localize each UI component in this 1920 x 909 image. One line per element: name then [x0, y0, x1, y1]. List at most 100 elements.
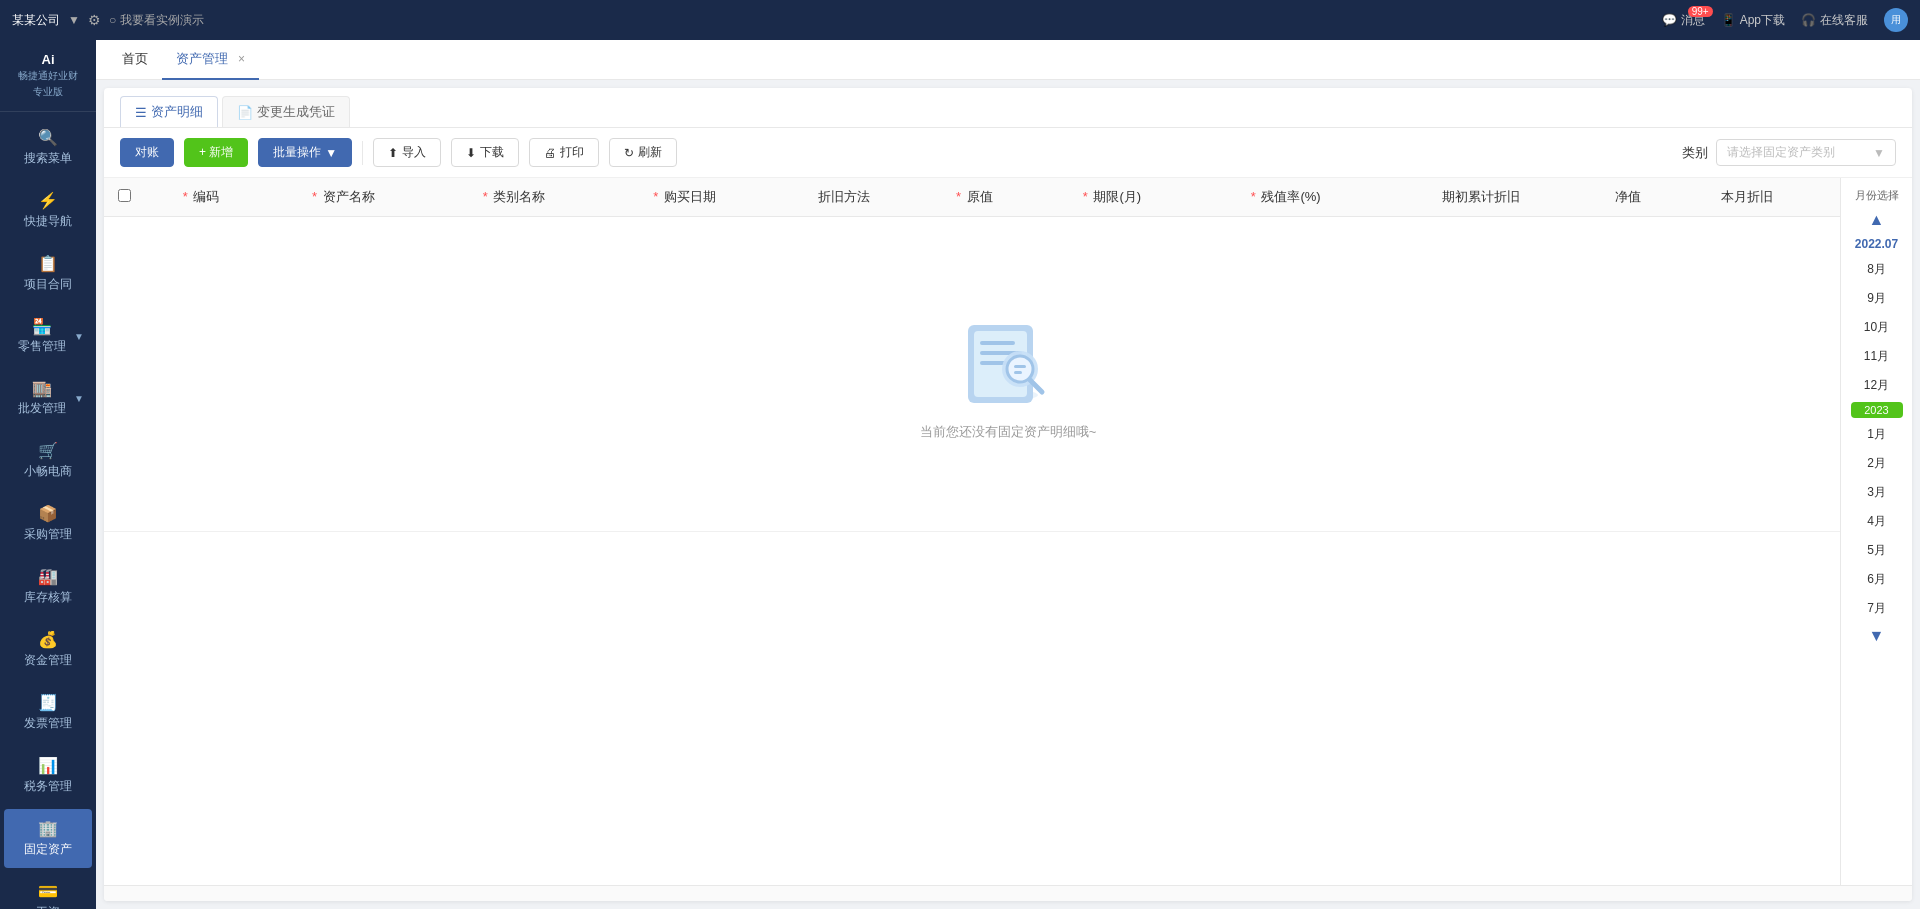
month-item-4[interactable]: 4月 — [1851, 508, 1903, 535]
svg-rect-11 — [1014, 371, 1022, 374]
table-header: * 编码 * 资产名称 * 类别名称 — [104, 178, 1912, 217]
category-select-box[interactable]: 请选择固定资产类别 ▼ — [1716, 139, 1896, 166]
bottom-scrollbar[interactable] — [104, 885, 1912, 901]
sidebar-item-quicknav[interactable]: ⚡ 快捷导航 — [4, 181, 92, 240]
svg-rect-10 — [1014, 365, 1026, 368]
month-item-12[interactable]: 12月 — [1851, 372, 1903, 399]
month-item-11[interactable]: 11月 — [1851, 343, 1903, 370]
sidebar-item-label: 搜索菜单 — [24, 150, 72, 167]
add-new-button[interactable]: + 新增 — [184, 138, 248, 167]
sidebar-item-label: 税务管理 — [24, 778, 72, 795]
app-download-button[interactable]: 📱 App下载 — [1721, 12, 1785, 29]
month-item-3[interactable]: 3月 — [1851, 479, 1903, 506]
company-dropdown[interactable]: ▼ — [68, 13, 80, 27]
asset-table: * 编码 * 资产名称 * 类别名称 — [104, 178, 1912, 532]
sidebar-item-finance[interactable]: 💰 资金管理 — [4, 620, 92, 679]
demo-link[interactable]: ○ 我要看实例演示 — [109, 12, 204, 29]
message-badge: 99+ — [1688, 6, 1713, 17]
col-monthly-dep: 本月折旧 — [1674, 178, 1821, 217]
refresh-label: 刷新 — [638, 144, 662, 161]
print-button[interactable]: 🖨 打印 — [529, 138, 599, 167]
sidebar-item-purchase[interactable]: 📦 采购管理 — [4, 494, 92, 553]
sidebar-item-label: 固定资产 — [24, 841, 72, 858]
sidebar-item-fixed-assets[interactable]: 🏢 固定资产 — [4, 809, 92, 868]
col-original-value: * 原值 — [917, 178, 1031, 217]
download-label: 下载 — [480, 144, 504, 161]
refresh-button[interactable]: ↻ 刷新 — [609, 138, 677, 167]
batch-arrow-icon: ▼ — [325, 146, 337, 160]
sidebar-item-project[interactable]: 📋 项目合同 — [4, 244, 92, 303]
company-name: 某某公司 — [12, 12, 60, 29]
month-nav-up[interactable]: ▲ — [1865, 207, 1889, 233]
col-residual-rate: * 残值率(%) — [1193, 178, 1379, 217]
empty-state: 当前您还没有固定资产明细哦~ — [112, 227, 1904, 521]
tax-icon: 📊 — [38, 756, 58, 775]
sidebar-item-salary[interactable]: 💳 工资 — [4, 872, 92, 909]
sidebar-item-wholesale[interactable]: 🏬 批发管理 ▼ — [4, 369, 92, 427]
select-arrow-icon: ▼ — [1873, 146, 1885, 160]
tab-close-button[interactable]: × — [238, 52, 245, 66]
sidebar-item-retail[interactable]: 🏪 零售管理 ▼ — [4, 307, 92, 365]
batch-ops-button[interactable]: 批量操作 ▼ — [258, 138, 352, 167]
user-avatar[interactable]: 用 — [1884, 8, 1908, 32]
tab-home[interactable]: 首页 — [108, 40, 162, 80]
import-icon: ⬆ — [388, 146, 398, 160]
quicknav-icon: ⚡ — [38, 191, 58, 210]
sidebar-item-label: 小畅电商 — [24, 463, 72, 480]
table-container[interactable]: * 编码 * 资产名称 * 类别名称 — [104, 178, 1912, 885]
select-all-checkbox[interactable] — [118, 189, 131, 202]
reconcile-button[interactable]: 对账 — [120, 138, 174, 167]
retail-icon: 🏪 — [32, 317, 52, 336]
month-item-6[interactable]: 6月 — [1851, 566, 1903, 593]
settings-icon[interactable]: ⚙ — [88, 12, 101, 28]
month-nav-down[interactable]: ▼ — [1865, 623, 1889, 649]
online-support-button[interactable]: 🎧 在线客服 — [1801, 12, 1868, 29]
sidebar-item-tax[interactable]: 📊 税务管理 — [4, 746, 92, 805]
headset-icon: 🎧 — [1801, 13, 1816, 27]
month-item-5[interactable]: 5月 — [1851, 537, 1903, 564]
tab-asset-mgmt[interactable]: 资产管理 × — [162, 40, 259, 80]
month-item-10[interactable]: 10月 — [1851, 314, 1903, 341]
month-item-7[interactable]: 7月 — [1851, 595, 1903, 622]
download-icon: ⬇ — [466, 146, 476, 160]
sub-tabs: ☰ 资产明细 📄 变更生成凭证 — [104, 88, 1912, 128]
month-item-1[interactable]: 1月 — [1851, 421, 1903, 448]
table-body: 当前您还没有固定资产明细哦~ — [104, 217, 1912, 532]
col-purchase-date: * 购买日期 — [599, 178, 770, 217]
empty-row: 当前您还没有固定资产明细哦~ — [104, 217, 1912, 532]
refresh-icon: ↻ — [624, 146, 634, 160]
print-label: 打印 — [560, 144, 584, 161]
demo-icon: ○ — [109, 13, 116, 27]
category-placeholder: 请选择固定资产类别 — [1727, 144, 1835, 161]
subtab-change-voucher[interactable]: 📄 变更生成凭证 — [222, 96, 350, 127]
app-name: 畅捷通好业财 — [8, 69, 88, 83]
download-button[interactable]: ⬇ 下载 — [451, 138, 519, 167]
import-button[interactable]: ⬆ 导入 — [373, 138, 441, 167]
sidebar-item-search[interactable]: 🔍 搜索菜单 — [4, 118, 92, 177]
month-item-2[interactable]: 2月 — [1851, 450, 1903, 477]
sidebar-item-invoice[interactable]: 🧾 发票管理 — [4, 683, 92, 742]
month-panel-title: 月份选择 — [1855, 184, 1899, 207]
col-net-value: 净值 — [1582, 178, 1673, 217]
subtab-change-voucher-label: 变更生成凭证 — [257, 103, 335, 121]
subtab-asset-detail[interactable]: ☰ 资产明细 — [120, 96, 218, 127]
month-item-8[interactable]: 8月 — [1851, 256, 1903, 283]
top-bar: 某某公司 ▼ ⚙ ○ 我要看实例演示 💬 消息 99+ 📱 App下载 🎧 在线… — [0, 0, 1920, 40]
wholesale-icon: 🏬 — [32, 379, 52, 398]
empty-illustration — [948, 307, 1068, 407]
category-label: 类别 — [1682, 144, 1708, 162]
top-bar-right: 💬 消息 99+ 📱 App下载 🎧 在线客服 用 — [1662, 8, 1908, 32]
sidebar-item-inventory[interactable]: 🏭 库存核算 — [4, 557, 92, 616]
col-name: * 资产名称 — [258, 178, 429, 217]
chevron-down-icon: ▼ — [74, 331, 84, 342]
month-item-9[interactable]: 9月 — [1851, 285, 1903, 312]
app-download-label: App下载 — [1740, 12, 1785, 29]
ecommerce-icon: 🛒 — [38, 441, 58, 460]
col-code: * 编码 — [144, 178, 258, 217]
app-download-icon: 📱 — [1721, 13, 1736, 27]
sidebar-item-ecommerce[interactable]: 🛒 小畅电商 — [4, 431, 92, 490]
message-button[interactable]: 💬 消息 99+ — [1662, 12, 1705, 29]
add-new-label: + 新增 — [199, 144, 233, 161]
month-panel: 月份选择 ▲ 2022.07 8月 9月 10月 11月 12月 2023 1月… — [1840, 178, 1912, 885]
app-edition: 专业版 — [8, 85, 88, 99]
